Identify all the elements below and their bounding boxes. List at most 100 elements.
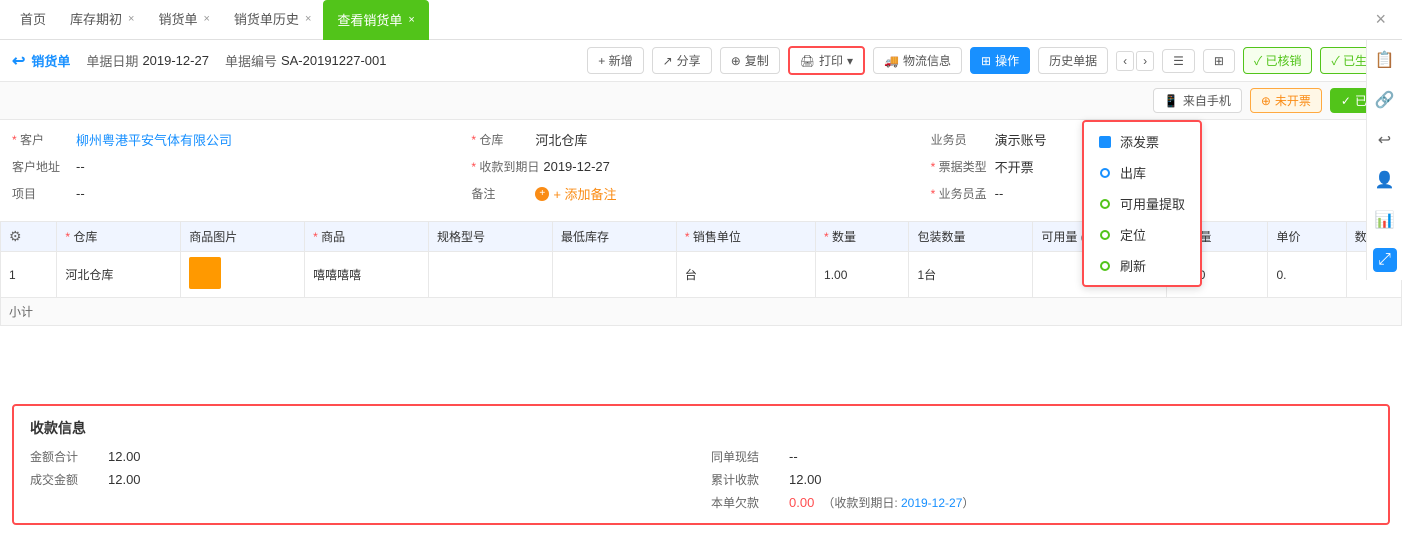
col-pack-qty: 包装数量	[909, 222, 1033, 252]
col-warehouse: 仓库	[57, 222, 181, 252]
owed-due-date: 2019-12-27	[901, 496, 962, 510]
ops-button[interactable]: ⊞ 操作	[970, 47, 1030, 74]
deal-amount-label: 成交金额	[30, 471, 100, 488]
note-label: 备注	[471, 185, 531, 202]
owed-value: 0.00	[789, 495, 814, 510]
customer-label: 客户	[12, 131, 72, 148]
history-button[interactable]: 历史单据	[1038, 47, 1108, 74]
tab-close-view[interactable]: ×	[408, 14, 414, 26]
address-label: 客户地址	[12, 158, 72, 175]
add-invoice-icon	[1098, 135, 1112, 149]
doc-number-field: 单据编号 SA-20191227-001	[225, 51, 387, 70]
salesperson-label: 业务员孟	[931, 185, 991, 202]
cell-warehouse: 河北仓库	[57, 252, 181, 298]
address-field: 客户地址 --	[12, 158, 471, 175]
verify-icon: ✓	[1341, 94, 1351, 108]
col-min-stock: 最低库存	[552, 222, 676, 252]
project-field: 项目 --	[12, 185, 471, 202]
out-warehouse-icon	[1098, 166, 1112, 180]
sidebar-icon-clipboard[interactable]: 📋	[1373, 48, 1397, 72]
note-field: 备注 + + 添加备注	[471, 184, 930, 203]
cell-min-stock	[552, 252, 676, 298]
window-close-button[interactable]: ×	[1367, 9, 1394, 29]
copy-button[interactable]: ⊕ 复制	[720, 47, 780, 74]
owed-row: 本单欠款 0.00 （收款到期日: 2019-12-27）	[711, 494, 1372, 511]
warehouse-label: 仓库	[471, 131, 531, 148]
print-button[interactable]: 🖨 打印 ▾	[788, 46, 865, 75]
ops-add-invoice[interactable]: 添发票	[1084, 126, 1200, 157]
sidebar-icon-link[interactable]: 🔗	[1373, 88, 1397, 112]
amount-value: 12.00	[108, 449, 141, 464]
col-product: 商品	[305, 222, 429, 252]
same-order-row: 同单现结 --	[711, 448, 1372, 465]
doc-number-value: SA-20191227-001	[281, 53, 387, 68]
copy-icon: ⊕	[731, 54, 741, 68]
deal-amount-value: 12.00	[108, 472, 141, 487]
sold-button[interactable]: ✓ 已核销	[1243, 47, 1313, 74]
tab-sales-history[interactable]: 销货单历史 ×	[222, 0, 323, 40]
tab-bar: 首页 库存期初 × 销货单 × 销货单历史 × 查看销货单 × ×	[0, 0, 1402, 40]
col-qty: 数量	[816, 222, 909, 252]
toolbar-actions: + 新增 ↗ 分享 ⊕ 复制 🖨 打印 ▾ 🚚 物流信息	[587, 46, 1390, 75]
payment-title: 收款信息	[30, 418, 1372, 438]
warehouse-field: 仓库 河北仓库	[471, 130, 930, 149]
tab-view-sales[interactable]: 查看销货单 ×	[323, 0, 428, 40]
owed-note: （收款到期日: 2019-12-27）	[822, 494, 974, 511]
col-unit: 销售单位	[676, 222, 815, 252]
doc-date-value: 2019-12-27	[142, 53, 209, 68]
payment-amount-row: 金额合计 12.00	[30, 448, 691, 465]
logistics-button[interactable]: 🚚 物流信息	[873, 47, 962, 74]
tab-inventory-init[interactable]: 库存期初 ×	[58, 0, 146, 40]
new-button[interactable]: + 新增	[587, 47, 643, 74]
col-spec: 规格型号	[429, 222, 553, 252]
sidebar-icon-chart[interactable]: 📊	[1373, 208, 1397, 232]
view-toggle-grid[interactable]: ⊞	[1203, 49, 1235, 73]
ops-dropdown: 添发票 出库 可用量提取 定位 刷新	[1082, 120, 1202, 287]
tab-home[interactable]: 首页	[8, 0, 58, 40]
cumulative-label: 累计收款	[711, 471, 781, 488]
cell-pack-qty: 1台	[909, 252, 1033, 298]
header-toolbar: ↩ 销货单 单据日期 2019-12-27 单据编号 SA-20191227-0…	[0, 40, 1402, 82]
view-toggle-list[interactable]: ☰	[1162, 49, 1195, 73]
cumulative-value: 12.00	[789, 472, 822, 487]
from-phone-button[interactable]: 📱 来自手机	[1153, 88, 1242, 113]
col-price: 单价	[1268, 222, 1346, 252]
subtotal-row: 小计	[1, 298, 1402, 326]
ops-available-qty[interactable]: 可用量提取	[1084, 188, 1200, 219]
sub-toolbar: 📱 来自手机 ⊕ 未开票 ✓ 已核	[0, 82, 1402, 120]
next-button[interactable]: ›	[1136, 51, 1154, 71]
col-settings[interactable]: ⚙	[1, 222, 57, 252]
logistics-icon: 🚚	[884, 54, 899, 68]
right-sidebar: 📋 🔗 ↩ 👤 📊 ⤢	[1366, 40, 1402, 280]
due-date-field: 收款到期日 2019-12-27	[471, 158, 930, 175]
customer-field: 客户 柳州粤港平安气体有限公司	[12, 130, 471, 149]
tab-close-inventory[interactable]: ×	[128, 13, 134, 25]
ops-location[interactable]: 定位	[1084, 219, 1200, 250]
ops-out-warehouse[interactable]: 出库	[1084, 157, 1200, 188]
ops-refresh[interactable]: 刷新	[1084, 250, 1200, 281]
cell-spec	[429, 252, 553, 298]
not-open-button[interactable]: ⊕ 未开票	[1250, 88, 1322, 113]
add-note-button[interactable]: + + 添加备注	[535, 184, 616, 203]
sidebar-icon-expand[interactable]: ⤢	[1373, 248, 1397, 272]
doc-info: ↩ 销货单 单据日期 2019-12-27 单据编号 SA-20191227-0…	[12, 51, 587, 71]
prev-button[interactable]: ‹	[1116, 51, 1134, 71]
owed-label: 本单欠款	[711, 494, 781, 511]
refresh-icon	[1098, 259, 1112, 273]
tab-close-history[interactable]: ×	[305, 13, 311, 25]
print-icon: 🖨	[800, 54, 815, 68]
cell-unit: 台	[676, 252, 815, 298]
project-value: --	[76, 186, 85, 201]
subtotal-label: 小计	[1, 298, 1402, 326]
cumulative-row: 累计收款 12.00	[711, 471, 1372, 488]
customer-value[interactable]: 柳州粤港平安气体有限公司	[76, 130, 232, 149]
doc-type: ↩ 销货单	[12, 51, 70, 71]
share-button[interactable]: ↗ 分享	[652, 47, 712, 74]
tab-close-sales[interactable]: ×	[203, 13, 209, 25]
sidebar-icon-user[interactable]: 👤	[1373, 168, 1397, 192]
sidebar-icon-return[interactable]: ↩	[1373, 128, 1397, 152]
tab-sales-order[interactable]: 销货单 ×	[146, 0, 221, 40]
ticket-type-label: 票据类型	[931, 158, 991, 175]
cell-product: 嘻嘻嘻嘻	[305, 252, 429, 298]
payment-info: 收款信息 金额合计 12.00 同单现结 -- 成交金额 12.00 累计收款 …	[12, 404, 1390, 525]
